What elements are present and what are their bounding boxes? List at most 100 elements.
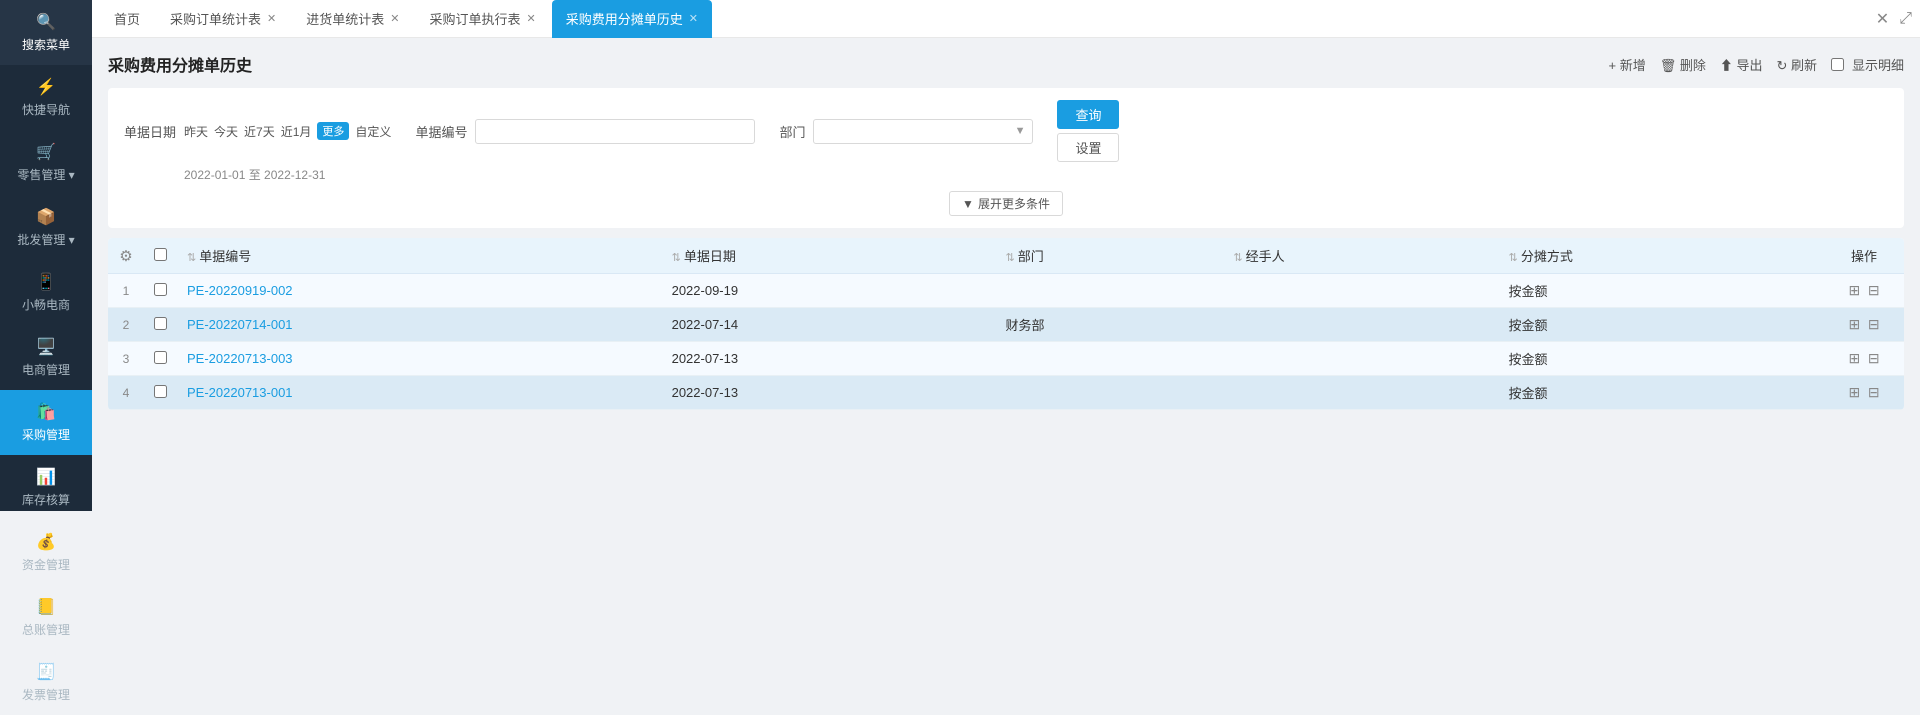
- tab-close-icon[interactable]: ✕: [267, 12, 276, 25]
- handler-col-header[interactable]: 经手人: [1223, 238, 1498, 274]
- sidebar-item-label: 批发管理 ▾: [17, 231, 74, 248]
- sidebar-item-purchase[interactable]: 🛍️采购管理: [0, 390, 92, 455]
- expand-label: 展开更多条件: [978, 195, 1050, 212]
- row-dept: [996, 376, 1224, 410]
- row-ops: ⊞ ⊟: [1824, 274, 1904, 308]
- dept-col-header[interactable]: 部门: [996, 238, 1224, 274]
- table-row: 2 PE-20220714-001 2022-07-14 财务部 按金额 ⊞ ⊟: [108, 308, 1904, 342]
- page-header: 采购费用分摊单历史 + 新增 🗑 删除 ⬆ 导出 ↻ 刷新 显示明细: [108, 52, 1904, 76]
- tab-purchase-order-stats[interactable]: 采购订单统计表✕: [156, 0, 290, 38]
- tab-home[interactable]: 首页: [100, 0, 154, 38]
- delete-row-icon[interactable]: ⊟: [1868, 316, 1880, 332]
- date-yesterday[interactable]: 昨天: [184, 123, 208, 140]
- tab-bar: 首页采购订单统计表✕进货单统计表✕采购订单执行表✕ 采购费用分摊单历史 ✕ ✕ ⤢: [92, 0, 1920, 38]
- row-ops: ⊞ ⊟: [1824, 342, 1904, 376]
- dept-select[interactable]: 财务部: [813, 119, 1033, 144]
- sidebar-item-retail[interactable]: 🛒零售管理 ▾: [0, 130, 92, 195]
- sidebar-item-invoice[interactable]: 🧾 发票管理: [0, 650, 92, 715]
- row-doc-no: PE-20220714-001: [177, 308, 662, 342]
- expand-conditions-button[interactable]: ▼ 展开更多条件: [949, 191, 1063, 216]
- inventory-icon: 📊: [36, 467, 56, 487]
- tab-close-icon[interactable]: ✕: [527, 12, 536, 25]
- delete-row-icon[interactable]: ⊟: [1868, 350, 1880, 366]
- date-1month[interactable]: 近1月: [281, 123, 312, 140]
- expand-row: ▼ 展开更多条件: [124, 191, 1888, 216]
- date-today[interactable]: 今天: [214, 123, 238, 140]
- edit-icon[interactable]: ⊞: [1848, 384, 1860, 400]
- invoice-icon: 🧾: [36, 662, 56, 682]
- sidebar-item-label: 搜索菜单: [22, 36, 70, 53]
- sidebar-item-quick[interactable]: ⚡快捷导航: [0, 65, 92, 130]
- date-more[interactable]: 更多: [317, 122, 349, 140]
- tab-purchase-goods-stats[interactable]: 进货单统计表✕: [292, 0, 413, 38]
- page-title: 采购费用分摊单历史: [108, 52, 252, 76]
- add-button[interactable]: + 新增: [1609, 55, 1646, 74]
- date-custom[interactable]: 自定义: [355, 123, 391, 140]
- query-button[interactable]: 查询: [1057, 100, 1119, 129]
- row-checkbox-cell: [144, 274, 177, 308]
- doc-no-link[interactable]: PE-20220714-001: [187, 317, 293, 332]
- row-checkbox[interactable]: [154, 351, 167, 364]
- row-method: 按金额: [1499, 342, 1824, 376]
- display-toggle[interactable]: 显示明细: [1831, 55, 1904, 74]
- sidebar-item-ecommerce[interactable]: 🖥️电商管理: [0, 325, 92, 390]
- tab-purchase-order-exec[interactable]: 采购订单执行表✕: [415, 0, 549, 38]
- doc-no-filter: 单据编号: [415, 119, 755, 144]
- sidebar-item-finance[interactable]: 💰资金管理: [0, 520, 92, 585]
- doc-no-label: 单据编号: [415, 122, 467, 141]
- tab-purchase-fee-split[interactable]: 采购费用分摊单历史 ✕: [552, 0, 712, 38]
- method-col-header[interactable]: 分摊方式: [1499, 238, 1824, 274]
- sidebar-item-mini[interactable]: 📱小畅电商: [0, 260, 92, 325]
- edit-icon[interactable]: ⊞: [1848, 282, 1860, 298]
- date-filter: 单据日期 昨天 今天 近7天 近1月 更多 自定义: [124, 122, 391, 141]
- tab-close-icon[interactable]: ✕: [689, 12, 698, 25]
- refresh-button[interactable]: ↻ 刷新: [1776, 55, 1817, 74]
- select-all-checkbox[interactable]: [154, 248, 167, 261]
- date-7days[interactable]: 近7天: [244, 123, 275, 140]
- close-window-icon[interactable]: ✕: [1876, 9, 1889, 29]
- table-row: 1 PE-20220919-002 2022-09-19 按金额 ⊞ ⊟: [108, 274, 1904, 308]
- export-button[interactable]: ⬆ 导出: [1720, 55, 1763, 74]
- tab-close-icon[interactable]: ✕: [390, 12, 399, 25]
- sidebar-item-label: 零售管理 ▾: [17, 166, 74, 183]
- date-filter-label: 单据日期: [124, 122, 176, 141]
- doc-no-link[interactable]: PE-20220713-001: [187, 385, 293, 400]
- row-dept: [996, 274, 1224, 308]
- content-area: 采购费用分摊单历史 + 新增 🗑 删除 ⬆ 导出 ↻ 刷新 显示明细 单据日期: [92, 38, 1920, 511]
- row-dept: [996, 342, 1224, 376]
- search-icon: 🔍: [36, 12, 56, 32]
- doc-no-link[interactable]: PE-20220919-002: [187, 283, 293, 298]
- ledger-icon: 📒: [36, 597, 56, 617]
- data-table: ⚙ 单据编号 单据日期 部门 经手人 分摊方式 操作 1: [108, 238, 1904, 410]
- row-method: 按金额: [1499, 274, 1824, 308]
- edit-icon[interactable]: ⊞: [1848, 316, 1860, 332]
- tab-label: 采购费用分摊单历史: [566, 9, 683, 28]
- delete-button[interactable]: 🗑 删除: [1660, 55, 1706, 74]
- sidebar-item-inventory[interactable]: 📊 库存核算: [0, 455, 92, 520]
- row-date: 2022-07-13: [662, 376, 996, 410]
- edit-icon[interactable]: ⊞: [1848, 350, 1860, 366]
- mini-icon: 📱: [36, 272, 56, 292]
- gear-icon[interactable]: ⚙: [119, 248, 132, 265]
- row-checkbox[interactable]: [154, 317, 167, 330]
- settings-col-header: ⚙: [108, 238, 144, 274]
- sidebar-item-label: 资金管理: [22, 556, 70, 573]
- doc-no-link[interactable]: PE-20220713-003: [187, 351, 293, 366]
- sidebar-item-search[interactable]: 🔍 搜索菜单: [0, 0, 92, 65]
- sidebar-item-label: 库存核算: [22, 491, 70, 508]
- setting-button[interactable]: 设置: [1057, 133, 1119, 162]
- expand-window-icon[interactable]: ⤢: [1899, 10, 1912, 28]
- doc-no-input[interactable]: [475, 119, 755, 144]
- sidebar-item-ledger[interactable]: 📒总账管理: [0, 585, 92, 650]
- doc-no-col-header[interactable]: 单据编号: [177, 238, 662, 274]
- row-checkbox[interactable]: [154, 283, 167, 296]
- sidebar-item-label: 发票管理: [22, 686, 70, 703]
- delete-row-icon[interactable]: ⊟: [1868, 384, 1880, 400]
- delete-row-icon[interactable]: ⊟: [1868, 282, 1880, 298]
- date-col-header[interactable]: 单据日期: [662, 238, 996, 274]
- row-checkbox[interactable]: [154, 385, 167, 398]
- display-detail-checkbox[interactable]: [1831, 58, 1844, 71]
- sidebar: 🔍 搜索菜单 ⚡快捷导航🛒零售管理 ▾📦批发管理 ▾📱小畅电商🖥️电商管理🛍️采购管…: [0, 0, 92, 511]
- sidebar-item-wholesale[interactable]: 📦批发管理 ▾: [0, 195, 92, 260]
- sidebar-item-label: 采购管理: [22, 426, 70, 443]
